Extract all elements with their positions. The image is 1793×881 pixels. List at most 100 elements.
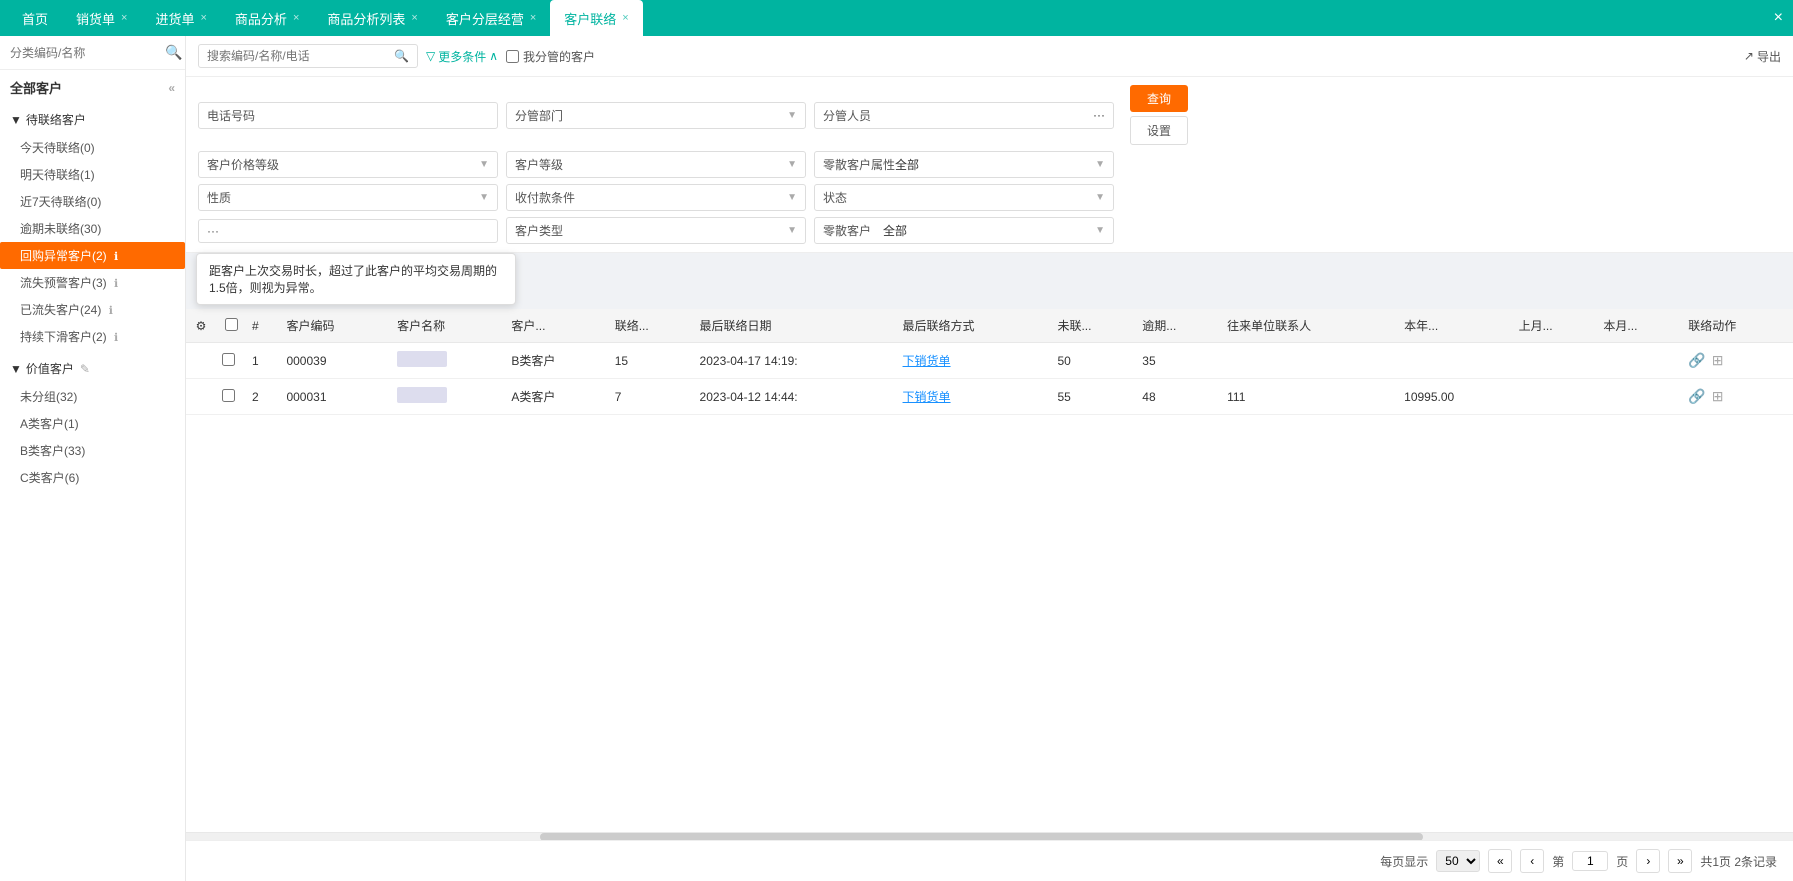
customer-level-field[interactable]: 客户等级 ▼	[506, 151, 806, 178]
sidebar-search-icon[interactable]: 🔍	[165, 44, 182, 61]
all-customers-header[interactable]: 全部客户 «	[0, 70, 185, 105]
col-last-month[interactable]: 上月...	[1513, 309, 1598, 343]
per-page-select[interactable]: 50	[1436, 850, 1480, 872]
sidebar-a-class[interactable]: A类客户(1)	[0, 410, 185, 437]
col-unit-contact[interactable]: 往来单位联系人	[1221, 309, 1398, 343]
horizontal-scrollbar[interactable]	[186, 832, 1793, 840]
nature-field[interactable]: 性质 ▼	[198, 184, 498, 211]
search-input[interactable]	[207, 49, 394, 63]
col-contact[interactable]: 联络...	[609, 309, 694, 343]
value-customer-label: 价值客户	[26, 360, 74, 377]
edit-value-icon[interactable]: ✎	[80, 362, 90, 376]
status-label: 状态	[823, 189, 883, 206]
col-not-contact[interactable]: 未联...	[1051, 309, 1136, 343]
filter-icon: ▽	[426, 49, 435, 63]
col-overdue[interactable]: 逾期...	[1136, 309, 1221, 343]
row1-code[interactable]: 000039	[280, 343, 391, 379]
sidebar-7days-pending[interactable]: 近7天待联络(0)	[0, 188, 185, 215]
pending-contact-group[interactable]: ▼ 待联络客户	[0, 105, 185, 134]
retail-attr-field[interactable]: 零散客户属性 全部 ▼	[814, 151, 1114, 178]
sidebar-overdue[interactable]: 逾期未联络(30)	[0, 215, 185, 242]
sidebar-ungroup[interactable]: 未分组(32)	[0, 383, 185, 410]
close-customer-tier-icon[interactable]: ×	[530, 12, 536, 24]
select-all-checkbox[interactable]	[225, 318, 238, 331]
payment-field[interactable]: 收付款条件 ▼	[506, 184, 806, 211]
next-page-btn[interactable]: ›	[1636, 849, 1660, 873]
table-area[interactable]: ⚙ # 客户编码 客户名称 客户...	[186, 309, 1793, 832]
nav-sales[interactable]: 销货单 ×	[62, 0, 141, 36]
sidebar-declining[interactable]: 持续下滑客户(2) ℹ	[0, 323, 185, 350]
export-button[interactable]: ↗ 导出	[1744, 48, 1781, 65]
col-this-month[interactable]: 本月...	[1597, 309, 1682, 343]
sidebar-repurchase-abnormal[interactable]: 回购异常客户(2) ℹ	[0, 242, 185, 269]
first-page-btn[interactable]: «	[1488, 849, 1512, 873]
nav-customer-tier[interactable]: 客户分层经营 ×	[432, 0, 550, 36]
row2-not-contact: 55	[1051, 379, 1136, 415]
col-last-contact-method[interactable]: 最后联络方式	[897, 309, 1052, 343]
col-this-year[interactable]: 本年...	[1398, 309, 1512, 343]
customer-type-field[interactable]: 客户类型 ▼	[506, 217, 806, 244]
close-analysis-icon[interactable]: ×	[293, 12, 299, 24]
row1-checkbox[interactable]	[222, 353, 235, 366]
sidebar-churned[interactable]: 已流失客户(24) ℹ	[0, 296, 185, 323]
last-page-btn[interactable]: »	[1668, 849, 1692, 873]
row2-last-contact-method[interactable]: 下销货单	[897, 379, 1052, 415]
sidebar-c-class[interactable]: C类客户(6)	[0, 464, 185, 491]
row2-code[interactable]: 000031	[280, 379, 391, 415]
tooltip-text: 距客户上次交易时长，超过了此客户的平均交易周期的1.5倍，则视为异常。	[209, 264, 497, 295]
row1-check	[216, 343, 246, 379]
row1-link-icon[interactable]: 🔗	[1688, 352, 1705, 369]
col-check	[216, 309, 246, 343]
phone-input[interactable]	[267, 108, 489, 122]
row2-this-year: 10995.00	[1398, 379, 1512, 415]
dept-field[interactable]: 分管部门 ▼	[506, 102, 806, 129]
row2-name[interactable]	[391, 379, 505, 415]
pagination-bar: 每页显示 50 « ‹ 第 页 › » 共1页 2条记录	[186, 840, 1793, 881]
manager-field[interactable]: 分管人员 ···	[814, 102, 1114, 129]
row1-grid-icon[interactable]: ⊞	[1712, 352, 1724, 369]
settings-button[interactable]: 设置	[1130, 116, 1188, 145]
col-customer-type[interactable]: 客户...	[505, 309, 608, 343]
sidebar-tomorrow-pending[interactable]: 明天待联络(1)	[0, 161, 185, 188]
close-purchase-icon[interactable]: ×	[200, 12, 206, 24]
col-last-contact-date[interactable]: 最后联络日期	[694, 309, 897, 343]
query-button[interactable]: 查询	[1130, 85, 1188, 112]
price-level-field[interactable]: 客户价格等级 ▼	[198, 151, 498, 178]
close-analysis-list-icon[interactable]: ×	[411, 12, 417, 24]
sidebar-today-pending[interactable]: 今天待联络(0)	[0, 134, 185, 161]
phone-field[interactable]: 电话号码	[198, 102, 498, 129]
my-customer-checkbox[interactable]	[506, 50, 519, 63]
nav-customer-contact[interactable]: 客户联络 ×	[550, 0, 642, 36]
close-customer-contact-icon[interactable]: ×	[622, 12, 628, 24]
value-customer-group[interactable]: ▼ 价值客户 ✎	[0, 354, 185, 383]
page-number-input[interactable]	[1572, 851, 1608, 871]
nav-analysis-list[interactable]: 商品分析列表 ×	[313, 0, 431, 36]
col-code[interactable]: 客户编码	[280, 309, 391, 343]
search-icon[interactable]: 🔍	[394, 49, 409, 63]
sidebar-search-input[interactable]	[10, 46, 165, 60]
row2-link-icon[interactable]: 🔗	[1688, 388, 1705, 405]
sidebar-search-area: 🔍	[0, 36, 185, 70]
status-field[interactable]: 状态 ▼	[814, 184, 1114, 211]
nav-analysis[interactable]: 商品分析 ×	[221, 0, 313, 36]
row1-name[interactable]	[391, 343, 505, 379]
row2-grid-icon[interactable]: ⊞	[1712, 388, 1724, 405]
collapse-icon[interactable]: «	[168, 81, 175, 95]
close-all-tabs-icon[interactable]: ×	[1774, 9, 1783, 27]
more-field[interactable]: ···	[198, 219, 498, 243]
nav-home[interactable]: 首页	[8, 0, 62, 36]
row2-checkbox[interactable]	[222, 389, 235, 402]
sidebar-churn-warning[interactable]: 流失预警客户(3) ℹ	[0, 269, 185, 296]
customer-table: ⚙ # 客户编码 客户名称 客户...	[186, 309, 1793, 415]
my-customer-checkbox-label[interactable]: 我分管的客户	[506, 48, 595, 65]
sidebar-b-class[interactable]: B类客户(33)	[0, 437, 185, 464]
retail-customer-field[interactable]: 零散客户 全部 ▼	[814, 217, 1114, 244]
manager-more-icon[interactable]: ···	[1093, 108, 1105, 122]
more-conditions-btn[interactable]: ▽ 更多条件 ∧	[426, 48, 498, 65]
col-settings[interactable]: ⚙	[186, 309, 216, 343]
col-name[interactable]: 客户名称	[391, 309, 505, 343]
close-sales-icon[interactable]: ×	[121, 12, 127, 24]
nav-purchase[interactable]: 进货单 ×	[141, 0, 220, 36]
row1-last-contact-method[interactable]: 下销货单	[897, 343, 1052, 379]
prev-page-btn[interactable]: ‹	[1520, 849, 1544, 873]
